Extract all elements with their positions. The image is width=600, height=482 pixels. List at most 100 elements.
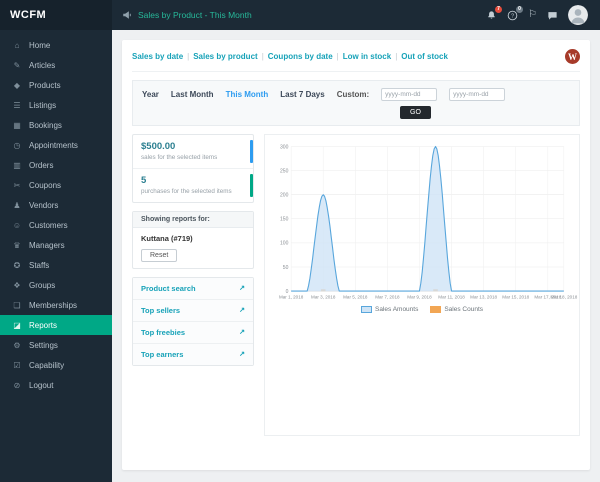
expand-icon[interactable]: ↗ <box>239 284 245 292</box>
sidebar-item-coupons[interactable]: ✂ Coupons <box>0 175 112 195</box>
sidebar-item-label: Products <box>29 80 61 90</box>
nav-separator: | <box>187 52 190 61</box>
svg-text:Mar 5, 2018: Mar 5, 2018 <box>343 294 368 299</box>
tab-year[interactable]: Year <box>142 90 159 99</box>
sidebar-item-home[interactable]: ⌂ Home <box>0 35 112 55</box>
groups-icon: ❖ <box>13 280 21 290</box>
help-button[interactable]: ? 0 <box>507 5 524 21</box>
notification-badge: 7 <box>495 5 503 13</box>
logout-icon: ⊘ <box>13 380 21 390</box>
topbar: Sales by Product - This Month 7 ? 0 ⚐ <box>112 0 600 30</box>
purchases-accent-bar <box>250 173 253 197</box>
go-button[interactable]: GO <box>400 106 431 119</box>
expand-icon[interactable]: ↗ <box>239 328 245 336</box>
sidebar-item-orders[interactable]: ▥ Orders <box>0 155 112 175</box>
sidebar-item-managers[interactable]: ♛ Managers <box>0 235 112 255</box>
brand-logo[interactable]: WCFM <box>0 0 112 30</box>
vendor-name: Kuttana (#719) <box>141 233 193 243</box>
svg-text:Mar 13, 2018: Mar 13, 2018 <box>470 294 497 299</box>
nav-separator: | <box>395 52 398 61</box>
tab-this-month[interactable]: This Month <box>226 90 269 99</box>
range-tabs: Year Last Month This Month Last 7 Days <box>142 90 325 99</box>
sidebar-item-capability[interactable]: ☑ Capability <box>0 355 112 375</box>
listings-icon: ☰ <box>13 100 21 110</box>
report-panel: Sales by date | Sales by product | Coupons b… <box>122 40 590 470</box>
sidebar-item-listings[interactable]: ☰ Listings <box>0 95 112 115</box>
widget-label: Top freebies <box>141 327 186 337</box>
svg-text:Mar 1, 2018: Mar 1, 2018 <box>279 294 304 299</box>
widgets-card: Product search ↗ Top sellers ↗ Top freebies ↗… <box>132 276 254 366</box>
sidebar-item-label: Appointments <box>29 140 78 150</box>
report-nav-link-sales-by-product[interactable]: Sales by product <box>193 52 257 61</box>
widget-label: Product search <box>141 283 196 293</box>
sidebar-item-label: Articles <box>29 60 56 70</box>
svg-text:150: 150 <box>280 217 289 223</box>
widget-product-search[interactable]: Product search ↗ <box>133 277 253 299</box>
appointments-icon: ◷ <box>13 140 21 150</box>
legend-item-counts: Sales Counts <box>430 305 484 313</box>
report-nav-link-sales-by-date[interactable]: Sales by date <box>132 52 183 61</box>
sidebar-item-groups[interactable]: ❖ Groups <box>0 275 112 295</box>
sidebar-item-memberships[interactable]: ❏ Memberships <box>0 295 112 315</box>
date-to-input[interactable] <box>449 88 506 101</box>
filter-row: Year Last Month This Month Last 7 Days Cust… <box>142 88 570 101</box>
report-nav-link-out-of-stock[interactable]: Out of stock <box>401 52 448 61</box>
sidebar-item-label: Customers <box>29 220 68 230</box>
sidebar-item-vendors[interactable]: ♟ Vendors <box>0 195 112 215</box>
report-body: $500.00 sales for the selected items 5 p… <box>132 134 580 461</box>
report-nav-link-low-in-stock[interactable]: Low in stock <box>343 52 391 61</box>
reports-for-heading: Showing reports for: <box>133 211 253 228</box>
managers-icon: ♛ <box>13 240 21 250</box>
sidebar-item-settings[interactable]: ⚙ Settings <box>0 335 112 355</box>
svg-text:?: ? <box>511 13 514 19</box>
sidebar-item-label: Logout <box>29 380 54 390</box>
sidebar-item-logout[interactable]: ⊘ Logout <box>0 375 112 395</box>
messages-button[interactable] <box>547 10 558 21</box>
sidebar-item-label: Capability <box>29 360 65 370</box>
sidebar-item-customers[interactable]: ☺ Customers <box>0 215 112 235</box>
sidebar-item-label: Coupons <box>29 180 62 190</box>
flag-icon: ⚐ <box>528 9 537 20</box>
sidebar-item-bookings[interactable]: ▦ Bookings <box>0 115 112 135</box>
tab-last-7-days[interactable]: Last 7 Days <box>280 90 324 99</box>
report-sidebar: $500.00 sales for the selected items 5 p… <box>132 134 254 366</box>
sidebar: WCFM ⌂ Home ✎ Articles ◆ Products ☰ Listings ▦ Bo… <box>0 0 112 482</box>
sidebar-item-label: Managers <box>29 240 65 250</box>
avatar-icon <box>568 5 588 25</box>
customers-icon: ☺ <box>12 220 22 230</box>
svg-text:200: 200 <box>280 193 289 199</box>
sidebar-item-label: Memberships <box>29 300 78 310</box>
expand-icon[interactable]: ↗ <box>239 306 245 314</box>
sidebar-item-products[interactable]: ◆ Products <box>0 75 112 95</box>
legend-label-counts: Sales Counts <box>444 305 484 313</box>
wordpress-icon[interactable]: W <box>565 49 580 64</box>
sidebar-item-reports[interactable]: ◪ Reports <box>0 315 112 335</box>
flag-button[interactable]: ⚐ <box>528 10 537 20</box>
tab-last-month[interactable]: Last Month <box>171 90 214 99</box>
sidebar-item-label: Bookings <box>29 120 62 130</box>
nav-separator: | <box>261 52 264 61</box>
expand-icon[interactable]: ↗ <box>239 350 245 358</box>
chart-card: 0 50 100 150 200 250 300 Mar 1, 2018 Mar 3, 2018… <box>264 134 580 436</box>
sidebar-item-staffs[interactable]: ✪ Staffs <box>0 255 112 275</box>
svg-text:Mar 18, 2018: Mar 18, 2018 <box>550 294 577 299</box>
date-from-input[interactable] <box>381 88 438 101</box>
sales-chart-svg: 050100150200250300Mar 1, 2018 Mar 3, 2018… <box>279 144 578 299</box>
sales-accent-bar <box>250 140 253 163</box>
report-nav: Sales by date | Sales by product | Coupons b… <box>132 49 580 72</box>
main-area: Sales by Product - This Month 7 ? 0 ⚐ Sa… <box>112 0 600 482</box>
widget-top-earners[interactable]: Top earners ↗ <box>133 342 253 365</box>
widget-top-sellers[interactable]: Top sellers ↗ <box>133 298 253 321</box>
reset-button[interactable]: Reset <box>141 248 178 262</box>
chat-icon <box>548 11 557 20</box>
report-nav-link-coupons-by-date[interactable]: Coupons by date <box>268 52 333 61</box>
notifications-button[interactable]: 7 <box>486 5 503 21</box>
widget-top-freebies[interactable]: Top freebies ↗ <box>133 320 253 343</box>
sidebar-item-appointments[interactable]: ◷ Appointments <box>0 135 112 155</box>
user-avatar[interactable] <box>568 5 588 25</box>
svg-text:100: 100 <box>280 241 289 247</box>
help-badge: 0 <box>516 5 524 13</box>
date-filter-bar: Year Last Month This Month Last 7 Days Cust… <box>132 80 580 126</box>
sidebar-item-articles[interactable]: ✎ Articles <box>0 55 112 75</box>
summary-card: $500.00 sales for the selected items 5 p… <box>132 134 254 203</box>
